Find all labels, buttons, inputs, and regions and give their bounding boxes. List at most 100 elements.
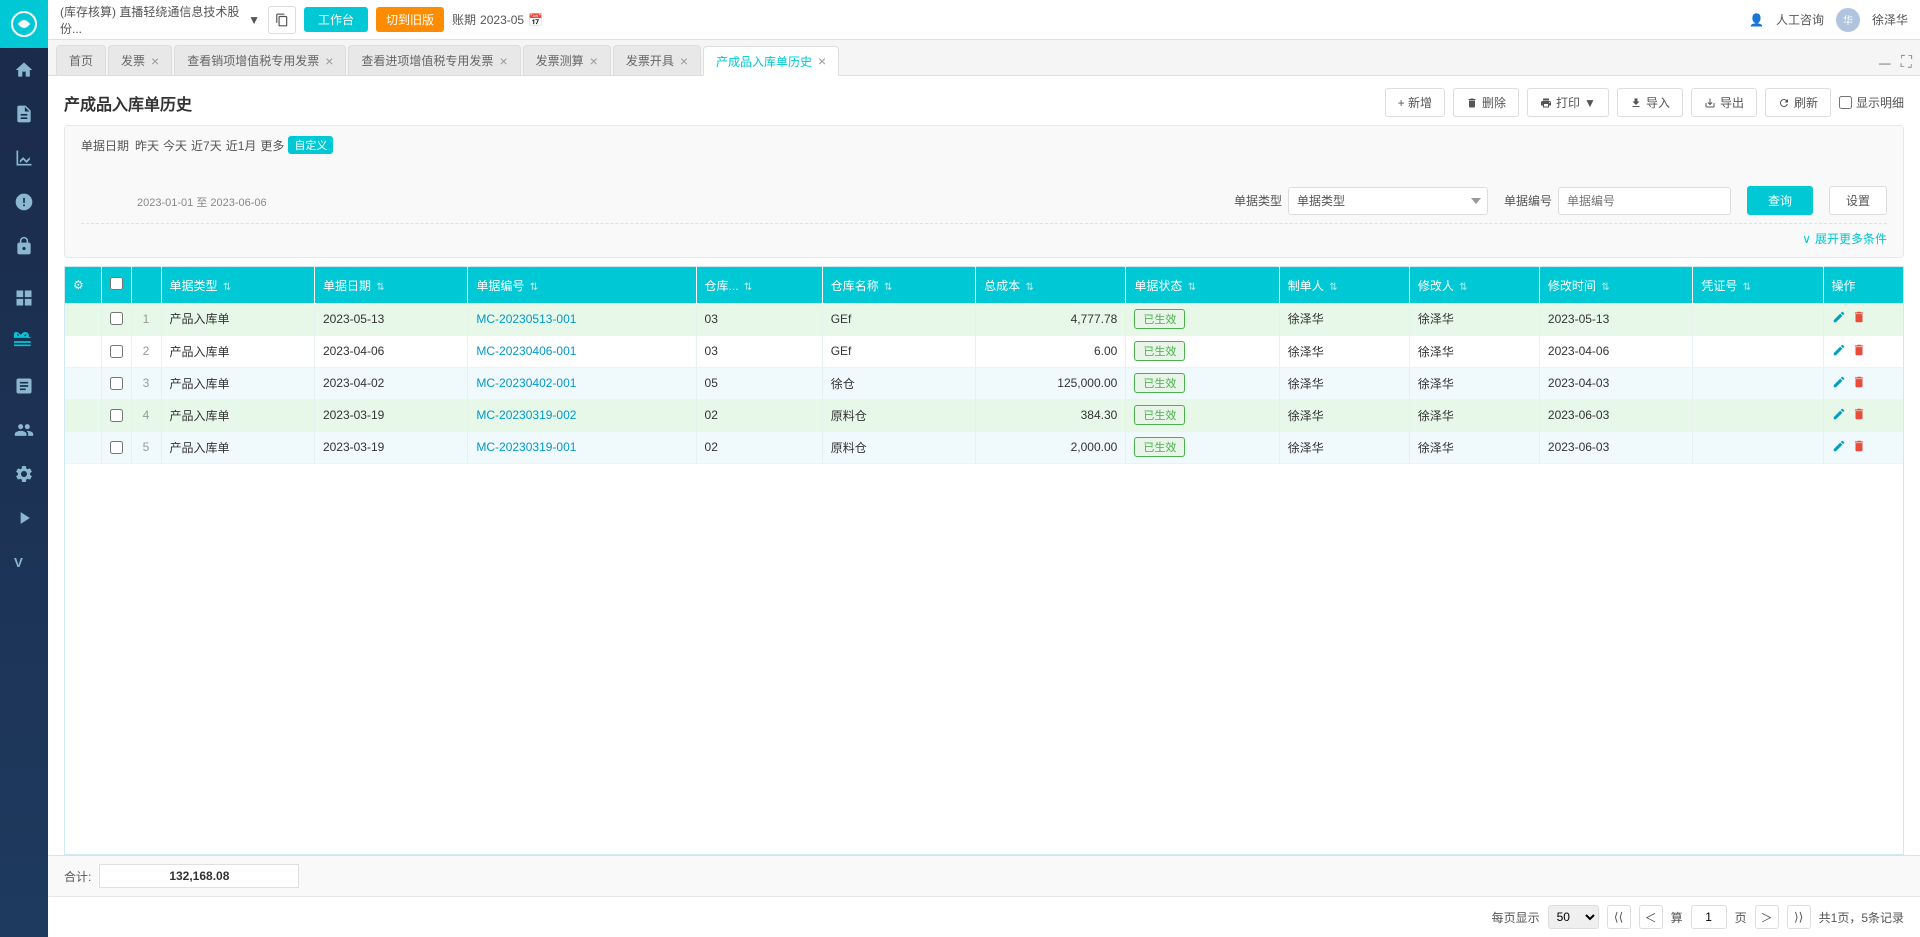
username[interactable]: 徐泽华: [1872, 11, 1908, 28]
th-number[interactable]: 单据编号 ⇅: [468, 267, 696, 303]
tab-invoice[interactable]: 发票 ×: [108, 45, 172, 75]
tab-open-close[interactable]: ×: [680, 54, 688, 68]
page-input[interactable]: [1691, 905, 1727, 929]
edit-btn-5[interactable]: [1832, 439, 1846, 456]
query-button[interactable]: 查询: [1747, 186, 1813, 215]
show-detail-checkbox[interactable]: [1839, 96, 1852, 109]
minimize-icon[interactable]: －: [1877, 51, 1893, 75]
select-all-checkbox[interactable]: [110, 277, 123, 290]
th-warehouse-code[interactable]: 仓库... ⇅: [696, 267, 822, 303]
sidebar-item-play[interactable]: [0, 496, 48, 540]
cell-action-4: [1823, 399, 1903, 431]
new-button[interactable]: + 新增: [1385, 88, 1445, 117]
expand-more-btn[interactable]: ∨ 展开更多条件: [1802, 230, 1887, 247]
refresh-button[interactable]: 刷新: [1765, 88, 1831, 117]
delete-button[interactable]: 删除: [1453, 88, 1519, 117]
th-cost[interactable]: 总成本 ⇅: [976, 267, 1126, 303]
edit-btn-1[interactable]: [1832, 310, 1846, 327]
page-size-select[interactable]: 50 100 200: [1548, 905, 1599, 929]
th-voucher[interactable]: 凭证号 ⇅: [1693, 267, 1823, 303]
delete-btn-3[interactable]: [1852, 375, 1866, 392]
number-link-5[interactable]: MC-20230319-001: [476, 440, 576, 454]
edit-btn-4[interactable]: [1832, 407, 1846, 424]
tab-history[interactable]: 产成品入库单历史 ×: [703, 46, 839, 76]
edit-btn-3[interactable]: [1832, 375, 1846, 392]
maximize-icon[interactable]: ⛶: [1901, 54, 1912, 72]
tab-open[interactable]: 发票开具 ×: [613, 45, 701, 75]
tab-invoice-close[interactable]: ×: [151, 54, 159, 68]
edit-btn-2[interactable]: [1832, 343, 1846, 360]
number-link-3[interactable]: MC-20230402-001: [476, 376, 576, 390]
pagination: 每页显示 50 100 200 ⟨⟨ ＜ 算 页 ＞ ⟩⟩ 共1页，5条记录: [48, 896, 1920, 937]
number-input[interactable]: [1558, 187, 1731, 215]
tab-sales-vat[interactable]: 查看销项增值税专用发票 ×: [174, 45, 346, 75]
app-logo[interactable]: [0, 0, 48, 48]
tab-purchase-vat-close[interactable]: ×: [499, 54, 507, 68]
tab-history-close[interactable]: ×: [818, 54, 826, 68]
show-detail-checkbox-label[interactable]: 显示明细: [1839, 94, 1904, 111]
cell-modifier-2: 徐泽华: [1409, 335, 1539, 367]
sidebar-item-chart[interactable]: [0, 136, 48, 180]
sidebar-item-v[interactable]: V: [0, 540, 48, 584]
th-settings[interactable]: ⚙: [65, 267, 101, 303]
export-button[interactable]: 导出: [1691, 88, 1757, 117]
next-page-btn[interactable]: ＞: [1755, 905, 1779, 929]
th-modifier[interactable]: 修改人 ⇅: [1409, 267, 1539, 303]
import-button[interactable]: 导入: [1617, 88, 1683, 117]
sidebar-item-settings[interactable]: [0, 452, 48, 496]
row-checkbox-3[interactable]: [110, 377, 123, 390]
sidebar-item-grid[interactable]: [0, 276, 48, 320]
sidebar-item-money[interactable]: [0, 180, 48, 224]
date-range-display: 2023-01-01 至 2023-06-06: [137, 194, 267, 210]
delete-btn-4[interactable]: [1852, 407, 1866, 424]
workbench-button[interactable]: 工作台: [304, 7, 368, 32]
row-checkbox-4[interactable]: [110, 409, 123, 422]
switch-version-button[interactable]: 切到旧版: [376, 7, 444, 32]
calendar-icon[interactable]: 📅: [528, 13, 543, 27]
delete-btn-2[interactable]: [1852, 343, 1866, 360]
shortcut-1month[interactable]: 近1月: [226, 137, 257, 154]
tab-home[interactable]: 首页: [56, 45, 106, 75]
last-page-btn[interactable]: ⟩⟩: [1787, 905, 1811, 929]
tab-sales-vat-close[interactable]: ×: [325, 54, 333, 68]
tab-calc[interactable]: 发票测算 ×: [523, 45, 611, 75]
th-modify-time[interactable]: 修改时间 ⇅: [1539, 267, 1692, 303]
th-status[interactable]: 单据状态 ⇅: [1126, 267, 1279, 303]
cell-checkbox-3: [101, 367, 131, 399]
number-link-4[interactable]: MC-20230319-002: [476, 408, 576, 422]
shortcut-yesterday[interactable]: 昨天: [135, 137, 159, 154]
sidebar-item-doc[interactable]: [0, 92, 48, 136]
delete-btn-5[interactable]: [1852, 439, 1866, 456]
number-link-2[interactable]: MC-20230406-001: [476, 344, 576, 358]
expand-down-icon: ∨: [1802, 232, 1811, 246]
row-checkbox-5[interactable]: [110, 441, 123, 454]
sidebar-item-people[interactable]: [0, 408, 48, 452]
th-creator[interactable]: 制单人 ⇅: [1279, 267, 1409, 303]
custom-date-tag[interactable]: 自定义: [288, 136, 333, 154]
sidebar-item-refresh[interactable]: [0, 364, 48, 408]
type-select[interactable]: 单据类型: [1288, 187, 1488, 215]
shortcut-7days[interactable]: 近7天: [191, 137, 222, 154]
row-checkbox-1[interactable]: [110, 312, 123, 325]
chevron-down-icon[interactable]: ▼: [248, 13, 260, 27]
first-page-btn[interactable]: ⟨⟨: [1607, 905, 1631, 929]
th-date[interactable]: 单据日期 ⇅: [314, 267, 467, 303]
print-dropdown-icon[interactable]: ▼: [1584, 96, 1596, 110]
copy-icon-btn[interactable]: [268, 6, 296, 34]
sidebar-item-lock[interactable]: [0, 224, 48, 268]
reset-button[interactable]: 设置: [1829, 186, 1887, 215]
row-checkbox-2[interactable]: [110, 345, 123, 358]
help-label[interactable]: 人工咨询: [1776, 11, 1824, 28]
tab-purchase-vat[interactable]: 查看进项增值税专用发票 ×: [348, 45, 520, 75]
print-button[interactable]: 打印 ▼: [1527, 88, 1609, 117]
delete-btn-1[interactable]: [1852, 310, 1866, 327]
prev-page-btn[interactable]: ＜: [1639, 905, 1663, 929]
th-warehouse-name[interactable]: 仓库名称 ⇅: [822, 267, 975, 303]
shortcut-today[interactable]: 今天: [163, 137, 187, 154]
th-type[interactable]: 单据类型 ⇅: [161, 267, 314, 303]
number-link-1[interactable]: MC-20230513-001: [476, 312, 576, 326]
sidebar-item-home[interactable]: [0, 48, 48, 92]
shortcut-more[interactable]: 更多: [260, 137, 284, 154]
sidebar-item-warehouse[interactable]: [0, 320, 48, 364]
tab-calc-close[interactable]: ×: [590, 54, 598, 68]
